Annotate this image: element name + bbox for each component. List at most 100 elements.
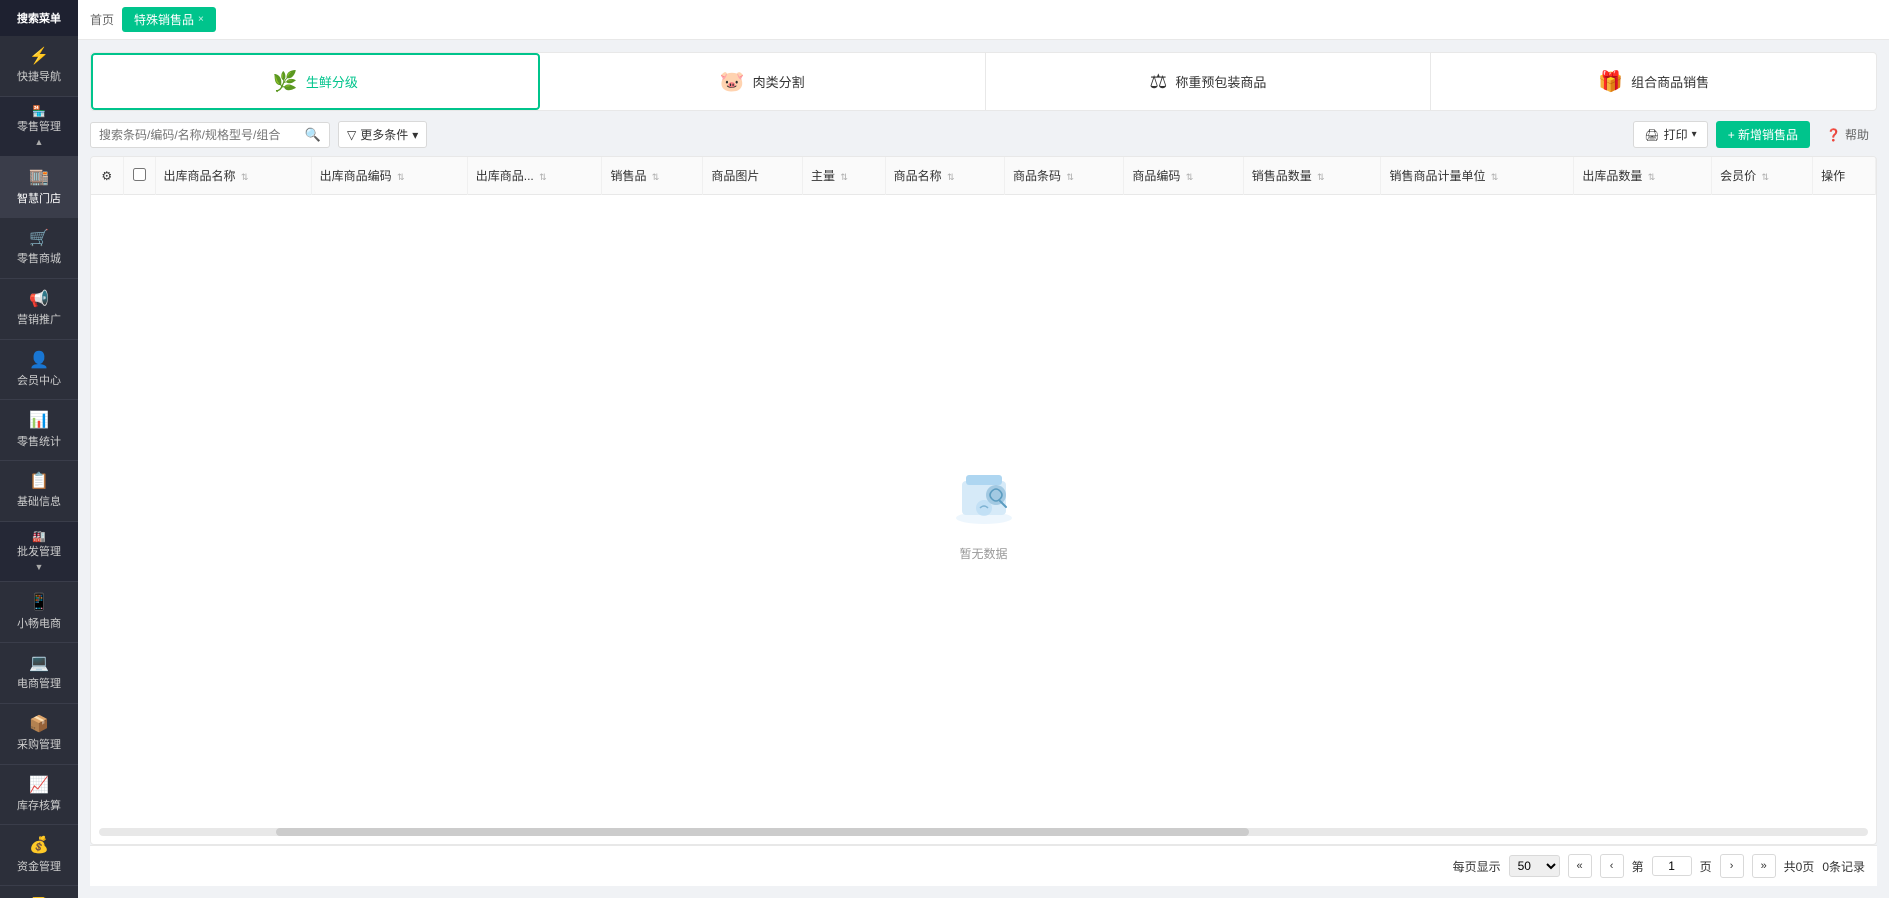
toolbar: 🔍 ▽ 更多条件 ▾ 🖨 打印 ▾ + 新增销售品 ❓: [90, 121, 1877, 148]
home-link[interactable]: 首页: [90, 11, 114, 28]
select-all-checkbox[interactable]: [133, 168, 146, 181]
page-input[interactable]: [1652, 856, 1692, 876]
ecom-mgmt-icon: 💻: [29, 653, 49, 675]
th-out-name[interactable]: 出库商品名称 ⇅: [155, 157, 311, 195]
toolbar-right: 🖨 打印 ▾ + 新增销售品 ❓ 帮助: [1633, 121, 1877, 148]
sidebar-item-label: 小畅电商: [17, 617, 61, 632]
sidebar-section-wholesale[interactable]: 🏭 批发管理 ▼: [0, 522, 78, 582]
sidebar: 搜索菜单 ⚡ 快捷导航 🏪 零售管理 ▲ 🏬 智慧门店 🛒 零售商城 📢 营销推…: [0, 0, 78, 898]
th-out-spec[interactable]: 出库商品... ⇅: [467, 157, 602, 195]
sort-icon: ⇅: [1186, 172, 1194, 182]
sidebar-item-general-ledger[interactable]: 📒 总账管理: [0, 886, 78, 898]
sidebar-item-purchase[interactable]: 📦 采购管理: [0, 704, 78, 765]
sidebar-item-label: 电商管理: [17, 677, 61, 692]
fresh-grade-icon: 🌿: [273, 69, 298, 94]
sidebar-item-basic-info[interactable]: 📋 基础信息: [0, 461, 78, 522]
combo-sales-label: 组合商品销售: [1631, 72, 1709, 91]
total-records: 0条记录: [1822, 858, 1865, 875]
last-page-button[interactable]: »: [1752, 854, 1776, 878]
active-tab[interactable]: 特殊销售品 ×: [122, 7, 216, 32]
th-out-code[interactable]: 出库商品编码 ⇅: [311, 157, 467, 195]
sort-icon: ⇅: [241, 172, 249, 182]
sidebar-item-retail-mall[interactable]: 🛒 零售商城: [0, 218, 78, 279]
meat-cut-icon: 🐷: [720, 69, 745, 94]
th-barcode[interactable]: 商品条码 ⇅: [1004, 157, 1123, 195]
th-product-code[interactable]: 商品编码 ⇅: [1124, 157, 1243, 195]
topbar: 首页 特殊销售品 ×: [78, 0, 1889, 40]
empty-text: 暂无数据: [959, 545, 1007, 562]
th-sale-item[interactable]: 销售品 ⇅: [602, 157, 703, 195]
print-button[interactable]: 🖨 打印 ▾: [1633, 121, 1707, 148]
next-page-button[interactable]: ›: [1720, 854, 1744, 878]
meat-cut-label: 肉类分割: [753, 72, 805, 91]
category-tabs: 🌿 生鲜分级 🐷 肉类分割 ⚖ 称重预包装商品 🎁 组合商品销售: [90, 52, 1877, 111]
h-scrollbar-area: [91, 820, 1876, 844]
sidebar-logo[interactable]: 搜索菜单: [0, 0, 78, 36]
cat-tab-fresh-grade[interactable]: 🌿 生鲜分级: [91, 53, 540, 110]
main-content: 首页 特殊销售品 × 🌿 生鲜分级 🐷 肉类分割 ⚖ 称重预包装商品 🎁: [78, 0, 1889, 898]
wholesale-arrow: ▼: [35, 561, 44, 574]
th-weight[interactable]: 主量 ⇅: [803, 157, 886, 195]
combo-sales-icon: 🎁: [1598, 69, 1623, 94]
breadcrumb: 首页: [90, 11, 114, 28]
th-sale-qty[interactable]: 销售品数量 ⇅: [1243, 157, 1381, 195]
prev-page-button[interactable]: ‹: [1600, 854, 1624, 878]
help-icon: ❓: [1826, 128, 1841, 142]
th-product-name[interactable]: 商品名称 ⇅: [885, 157, 1004, 195]
purchase-icon: 📦: [29, 714, 49, 736]
member-center-icon: 👤: [29, 350, 49, 372]
sidebar-item-quick-nav[interactable]: ⚡ 快捷导航: [0, 36, 78, 97]
first-page-button[interactable]: «: [1568, 854, 1592, 878]
filter-button[interactable]: ▽ 更多条件 ▾: [338, 121, 427, 148]
sort-icon: ⇅: [840, 172, 848, 182]
smart-store-icon: 🏬: [29, 167, 49, 189]
search-box[interactable]: 🔍: [90, 122, 330, 148]
sidebar-item-finance[interactable]: 💰 资金管理: [0, 825, 78, 886]
sidebar-item-smart-store[interactable]: 🏬 智慧门店: [0, 157, 78, 218]
wholesale-icon: 🏭: [32, 530, 46, 545]
th-sale-unit[interactable]: 销售商品计量单位 ⇅: [1381, 157, 1574, 195]
empty-state: 暂无数据: [91, 195, 1876, 820]
th-settings[interactable]: ⚙: [91, 157, 123, 195]
cat-tab-meat-cut[interactable]: 🐷 肉类分割: [540, 53, 986, 110]
th-check[interactable]: [123, 157, 155, 195]
cat-tab-weigh-pack[interactable]: ⚖ 称重预包装商品: [986, 53, 1432, 110]
per-page-label: 每页显示: [1453, 858, 1501, 875]
sidebar-item-inventory[interactable]: 📈 库存核算: [0, 765, 78, 826]
help-label: 帮助: [1845, 126, 1869, 143]
add-button[interactable]: + 新增销售品: [1716, 121, 1810, 148]
th-product-img[interactable]: 商品图片: [703, 157, 803, 195]
data-table: ⚙ 出库商品名称 ⇅ 出库商品编码 ⇅: [91, 157, 1876, 195]
mini-ecom-icon: 📱: [29, 592, 49, 614]
search-input[interactable]: [99, 128, 301, 142]
sidebar-item-label: 零售商城: [17, 252, 61, 267]
sidebar-item-label: 零售统计: [17, 435, 61, 450]
help-button[interactable]: ❓ 帮助: [1818, 122, 1877, 147]
weigh-pack-icon: ⚖: [1149, 69, 1167, 94]
h-scroll-thumb[interactable]: [276, 828, 1249, 836]
sidebar-section-retail[interactable]: 🏪 零售管理 ▲: [0, 97, 78, 157]
sort-icon: ⇅: [1317, 172, 1325, 182]
cat-tab-combo-sales[interactable]: 🎁 组合商品销售: [1431, 53, 1876, 110]
th-out-qty[interactable]: 出库品数量 ⇅: [1574, 157, 1712, 195]
sidebar-item-ecom-mgmt[interactable]: 💻 电商管理: [0, 643, 78, 704]
sidebar-item-label: 库存核算: [17, 799, 61, 814]
finance-icon: 💰: [29, 835, 49, 857]
th-member-price[interactable]: 会员价 ⇅: [1712, 157, 1813, 195]
sidebar-item-member-center[interactable]: 👤 会员中心: [0, 340, 78, 401]
settings-gear-icon: ⚙: [101, 169, 112, 183]
sidebar-item-retail-stats[interactable]: 📊 零售统计: [0, 400, 78, 461]
sidebar-item-mini-ecom[interactable]: 📱 小畅电商: [0, 582, 78, 643]
h-scroll-track[interactable]: [99, 828, 1868, 836]
retail-mall-icon: 🛒: [29, 228, 49, 250]
sidebar-item-label: 营销推广: [17, 313, 61, 328]
basic-info-icon: 📋: [29, 471, 49, 493]
search-icon: 🔍: [305, 127, 321, 143]
sidebar-item-sales-promo[interactable]: 📢 营销推广: [0, 279, 78, 340]
sort-icon: ⇅: [1066, 172, 1074, 182]
content-area: 🌿 生鲜分级 🐷 肉类分割 ⚖ 称重预包装商品 🎁 组合商品销售 🔍: [78, 40, 1889, 898]
per-page-select[interactable]: 50 10 20 100: [1509, 855, 1560, 877]
close-icon[interactable]: ×: [198, 14, 204, 25]
retail-label: 零售管理: [17, 120, 61, 135]
sidebar-item-label: 资金管理: [17, 860, 61, 875]
